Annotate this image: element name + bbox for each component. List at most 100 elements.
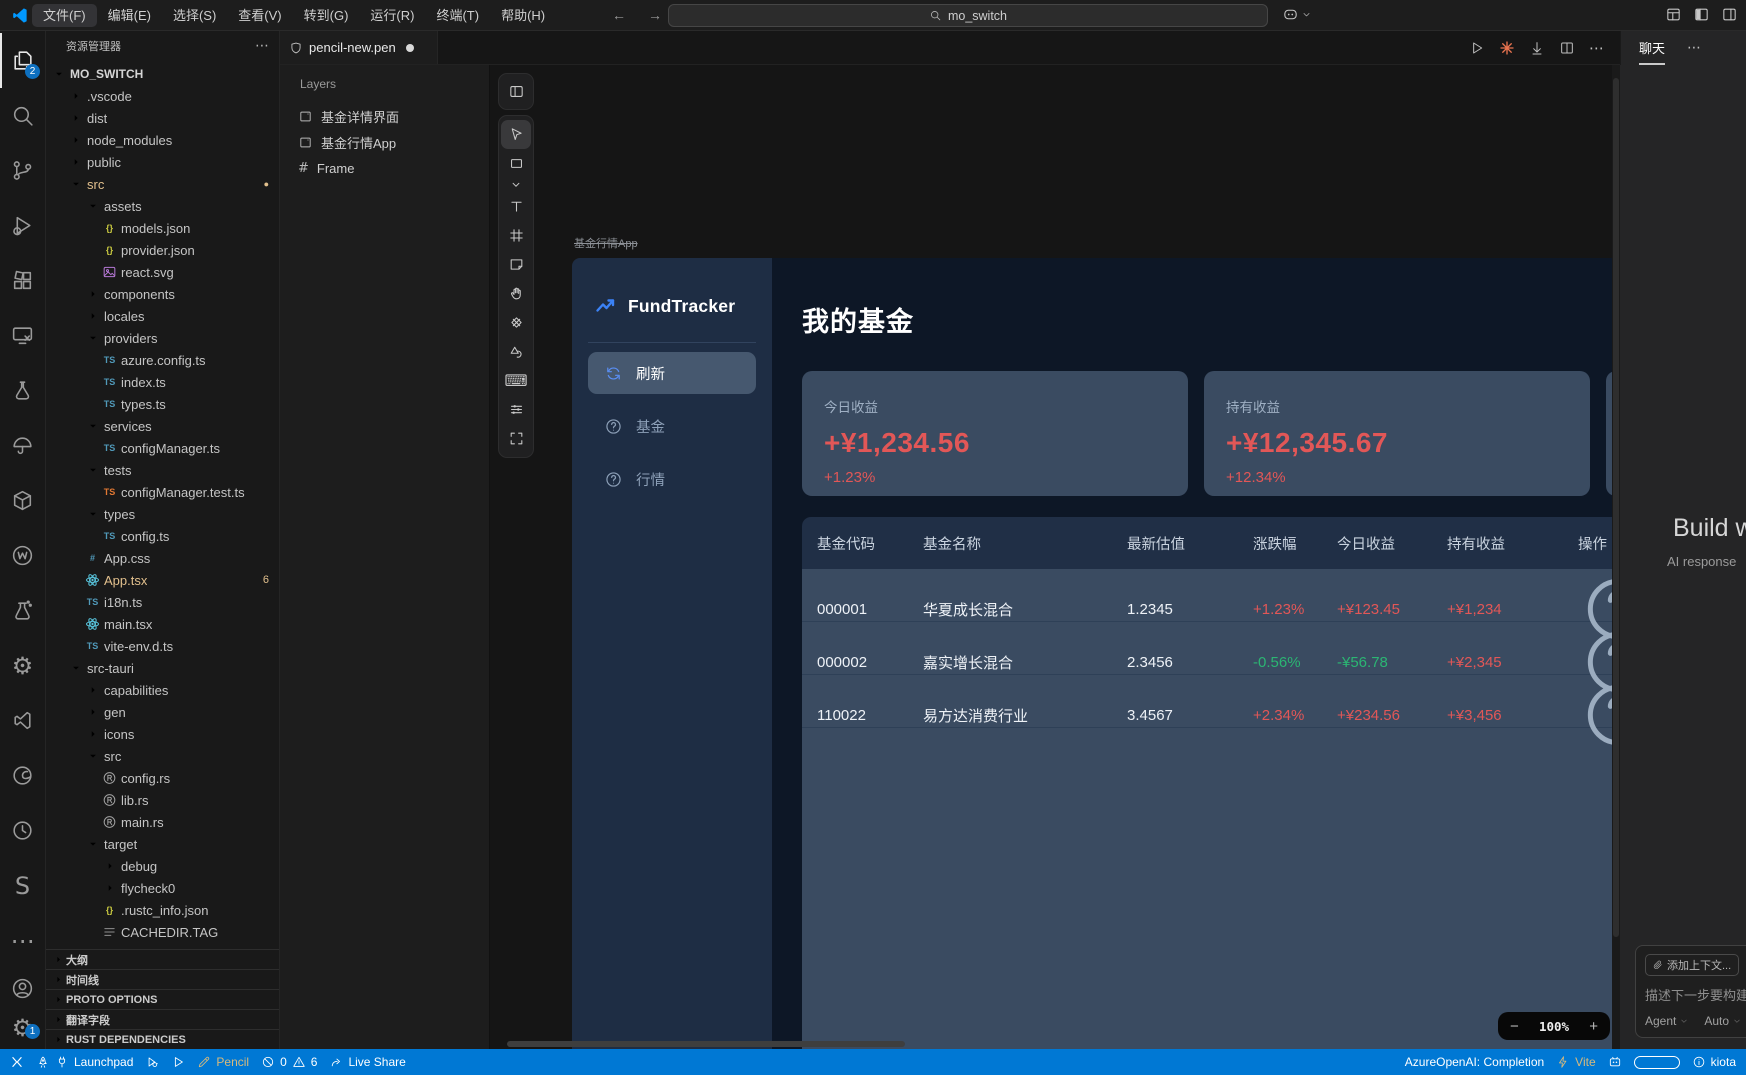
tree-item[interactable]: main.tsx — [46, 613, 279, 635]
tree-item[interactable]: TS vite-env.d.ts — [46, 635, 279, 657]
tree-item[interactable]: node_modules — [46, 129, 279, 151]
table-row[interactable]: 110022 易方达消费行业 3.4567 +2.34% +¥234.56 +¥3,456 — [802, 675, 1612, 745]
tree-item[interactable]: icons — [46, 723, 279, 745]
more-icon[interactable]: ⋯ — [1589, 40, 1604, 56]
tree-item[interactable]: public — [46, 151, 279, 173]
tree-item[interactable]: # App.css — [46, 547, 279, 569]
tree-item[interactable]: gen — [46, 701, 279, 723]
activity-item-chemistry-extension[interactable] — [0, 583, 45, 638]
layer-item[interactable]: 基金行情App — [280, 129, 489, 155]
launchpad-status[interactable]: Launchpad — [30, 1055, 139, 1069]
section-大纲[interactable]: 大纲 — [46, 949, 279, 969]
design-canvas[interactable]: ⌨ 基金行情App FundTracker 刷新 基金 行情 我的基金 今日收益… — [490, 65, 1612, 1049]
keyboard-tool[interactable]: ⌨ — [501, 366, 531, 395]
more-actions-icon[interactable]: ⋯ — [1687, 41, 1701, 55]
tree-item[interactable]: providers — [46, 327, 279, 349]
menu-item[interactable]: 选择(S) — [162, 4, 227, 27]
text-tool[interactable] — [501, 192, 531, 221]
tree-item[interactable]: App.tsx 6 — [46, 569, 279, 591]
nav-item-行情[interactable]: 行情 — [588, 458, 756, 500]
select-tool[interactable] — [501, 120, 531, 149]
kiota-status[interactable]: kiota — [1686, 1055, 1742, 1069]
tree-item[interactable]: TS index.ts — [46, 371, 279, 393]
frame-name-label[interactable]: 基金行情App — [574, 235, 638, 251]
menu-item[interactable]: 终端(T) — [425, 4, 490, 27]
tree-item[interactable]: CACHEDIR.TAG — [46, 921, 279, 943]
chat-input-box[interactable]: 添加上下文... 描述下一步要构建 Agent Auto — [1635, 945, 1746, 1038]
copilot-menu[interactable] — [1282, 6, 1311, 23]
help-circle-icon[interactable] — [1578, 675, 1612, 755]
nav-item-基金[interactable]: 基金 — [588, 405, 756, 447]
panel-right-icon[interactable] — [1721, 6, 1738, 23]
activity-item-extensions[interactable] — [0, 253, 45, 308]
tree-item[interactable]: react.svg — [46, 261, 279, 283]
menu-item[interactable]: 编辑(E) — [97, 4, 162, 27]
zoom-out-button[interactable]: − — [1510, 1018, 1519, 1035]
tab-pencil-new[interactable]: pencil-new.pen — [280, 31, 438, 64]
layer-item[interactable]: # Frame — [280, 155, 489, 181]
tab-chat[interactable]: 聊天 — [1639, 31, 1666, 65]
fund-action[interactable] — [1578, 675, 1612, 755]
browser-status[interactable] — [1602, 1055, 1628, 1069]
tree-item[interactable]: assets — [46, 195, 279, 217]
tree-item[interactable]: debug — [46, 855, 279, 877]
tree-item[interactable]: services — [46, 415, 279, 437]
tree-item[interactable]: components — [46, 283, 279, 305]
tree-item[interactable]: locales — [46, 305, 279, 327]
tree-item[interactable]: TS i18n.ts — [46, 591, 279, 613]
activity-item-source-control[interactable] — [0, 143, 45, 198]
activity-item-explorer[interactable]: 2 — [0, 33, 45, 88]
activity-item-w-extension[interactable] — [0, 528, 45, 583]
tree-item[interactable]: TS config.ts — [46, 525, 279, 547]
live-share-status[interactable]: Live Share — [323, 1055, 411, 1069]
table-row[interactable]: 000001 华夏成长混合 1.2345 +1.23% +¥123.45 +¥1,234 — [802, 569, 1612, 639]
menu-item[interactable]: 帮助(H) — [490, 4, 556, 27]
tree-item[interactable]: .vscode — [46, 85, 279, 107]
tree-item[interactable]: {} .rustc_info.json — [46, 899, 279, 921]
remote-indicator[interactable] — [4, 1055, 30, 1069]
toggle-status[interactable] — [1628, 1055, 1686, 1069]
activity-item-more-extensions[interactable]: ⋯ — [0, 913, 45, 968]
run-status[interactable] — [165, 1055, 191, 1069]
activity-item-s-extension[interactable]: S — [0, 858, 45, 913]
menu-item[interactable]: 文件(F) — [32, 4, 97, 27]
tree-item[interactable]: types — [46, 503, 279, 525]
activity-item-run-debug[interactable] — [0, 198, 45, 253]
hand-tool[interactable] — [501, 279, 531, 308]
history-forward-icon[interactable]: → — [648, 7, 662, 23]
model-select[interactable]: Auto — [1704, 1014, 1741, 1028]
more-actions-icon[interactable]: ⋯ — [255, 39, 269, 53]
history-back-icon[interactable]: ← — [612, 7, 626, 23]
tree-item[interactable]: TS azure.config.ts — [46, 349, 279, 371]
tree-item[interactable]: tests — [46, 459, 279, 481]
layer-item[interactable]: 基金详情界面 — [280, 103, 489, 129]
nav-item-刷新[interactable]: 刷新 — [588, 352, 756, 394]
component-tool[interactable] — [501, 308, 531, 337]
vite-status[interactable]: Vite — [1550, 1055, 1601, 1069]
tree-item[interactable]: capabilities — [46, 679, 279, 701]
frametool-tool[interactable] — [501, 221, 531, 250]
split-icon[interactable] — [1559, 40, 1575, 56]
tree-item[interactable]: MO_SWITCH — [46, 63, 279, 85]
activity-item-testing[interactable] — [0, 363, 45, 418]
run-icon[interactable] — [1469, 40, 1485, 56]
tree-item[interactable]: src — [46, 745, 279, 767]
tree-item[interactable]: TS types.ts — [46, 393, 279, 415]
app-frame[interactable]: FundTracker 刷新 基金 行情 我的基金 今日收益 +¥1,234.56 +1… — [572, 258, 1612, 1049]
tree-item[interactable]: {} provider.json — [46, 239, 279, 261]
menu-item[interactable]: 查看(V) — [227, 4, 292, 27]
tree-item[interactable]: TS configManager.ts — [46, 437, 279, 459]
tree-item[interactable]: config.rs — [46, 767, 279, 789]
activity-item-remote-explorer[interactable] — [0, 308, 45, 363]
tree-item[interactable]: src ● — [46, 173, 279, 195]
panel-toggle-tool[interactable] — [501, 77, 531, 106]
scrollbar-thumb[interactable] — [1613, 78, 1619, 937]
activity-item-container-extension[interactable] — [0, 473, 45, 528]
azure-openai-status[interactable]: AzureOpenAI: Completion — [1399, 1055, 1550, 1069]
add-context-chip[interactable]: 添加上下文... — [1645, 954, 1740, 976]
arrow-down-icon[interactable] — [1529, 40, 1545, 56]
tree-item[interactable]: main.rs — [46, 811, 279, 833]
tree-item[interactable]: lib.rs — [46, 789, 279, 811]
tree-item[interactable]: target — [46, 833, 279, 855]
pencil-star-icon[interactable] — [1499, 40, 1515, 56]
